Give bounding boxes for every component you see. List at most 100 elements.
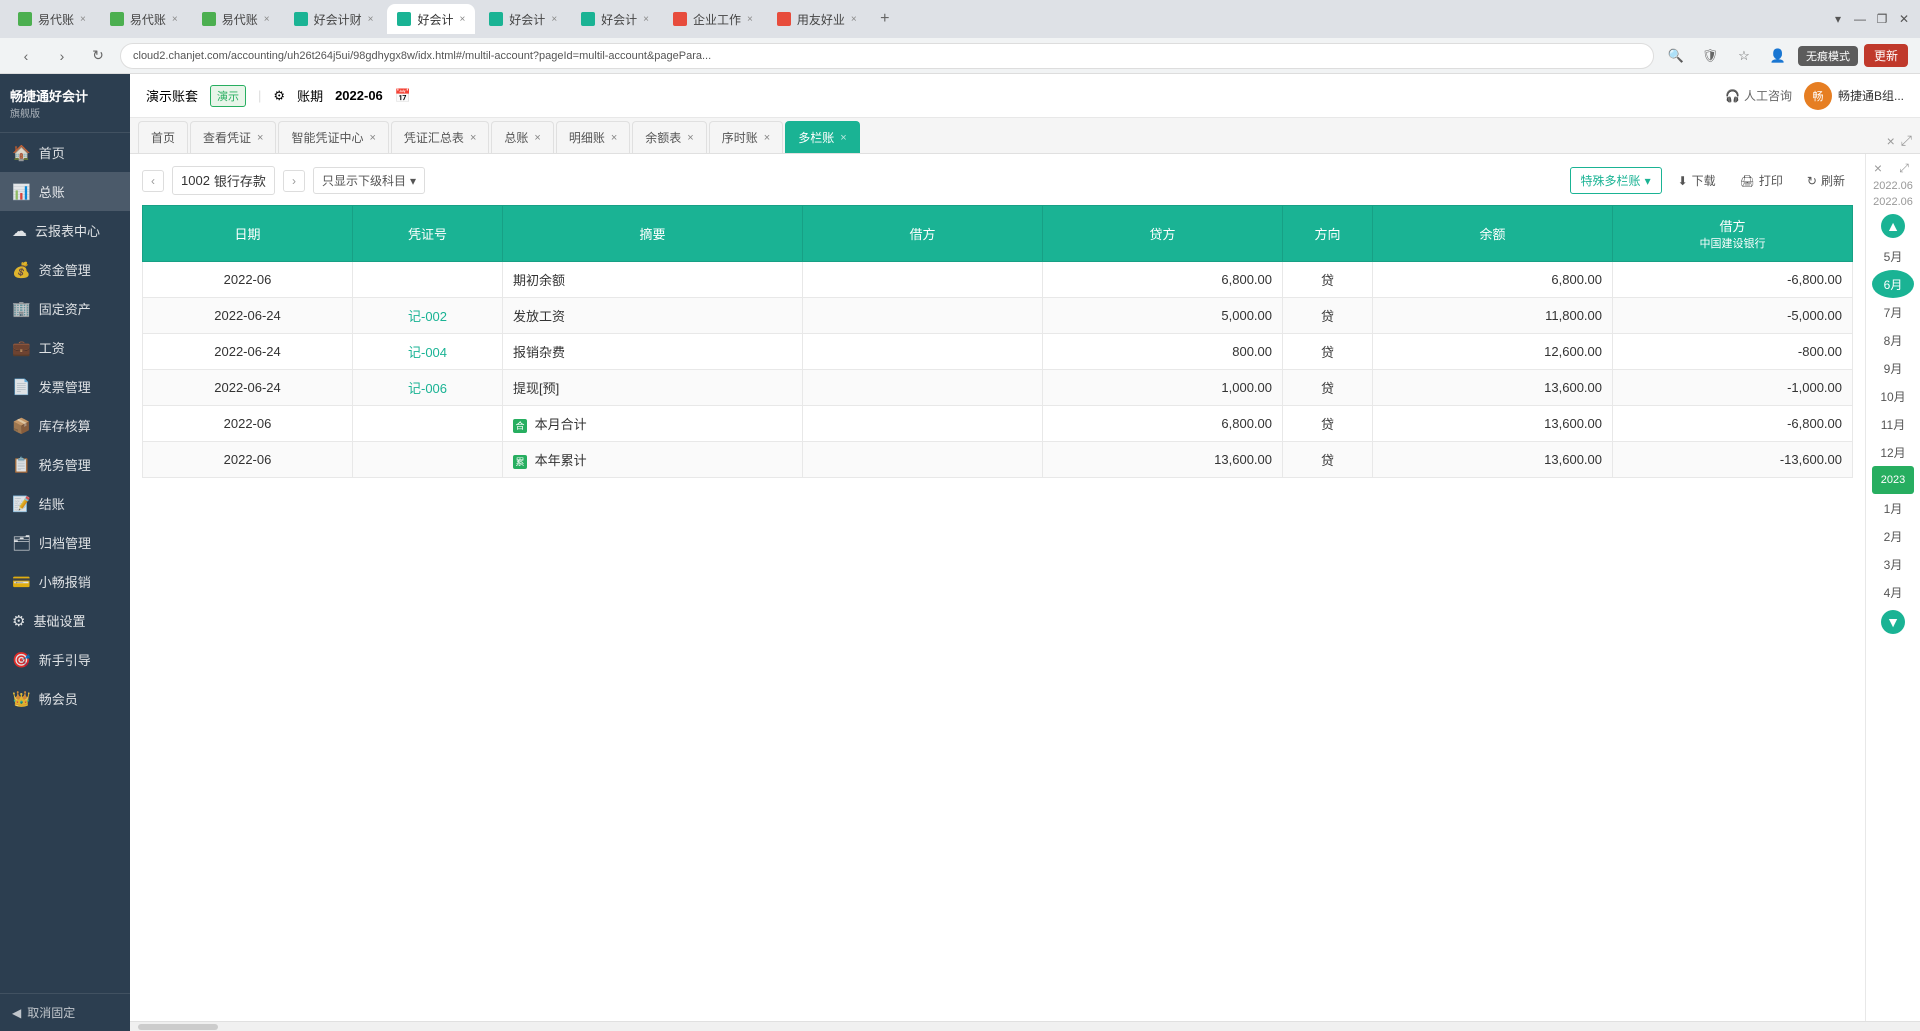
profile-icon[interactable]: 👤	[1764, 42, 1792, 70]
browser-tab-1[interactable]: 易代账 ×	[8, 4, 96, 34]
special-col-button[interactable]: 特殊多栏账 ▾	[1570, 167, 1662, 194]
calendar-month-7[interactable]: 7月	[1872, 298, 1914, 326]
tab-smart-voucher[interactable]: 智能凭证中心 ×	[278, 121, 388, 153]
tab-detail-ledger-close[interactable]: ×	[611, 132, 617, 144]
tab-smart-voucher-close[interactable]: ×	[369, 132, 375, 144]
tab-bar-expand-icon[interactable]: ⤢	[1901, 132, 1912, 149]
sidebar-item-cloud-reports[interactable]: ☁ 云报表中心	[0, 211, 130, 250]
sidebar-pin-button[interactable]: ◀ 取消固定	[0, 993, 130, 1031]
browser-tab-4[interactable]: 好会计财 ×	[284, 4, 384, 34]
sidebar-item-archive[interactable]: 🗂 归档管理	[0, 523, 130, 562]
minimize-button[interactable]: —	[1852, 11, 1868, 27]
sidebar-item-tax[interactable]: 📋 税务管理	[0, 445, 130, 484]
browser-tab-6[interactable]: 好会计 ×	[479, 4, 567, 34]
incognito-button[interactable]: 无痕模式	[1798, 46, 1858, 66]
browser-tab-7[interactable]: 好会计 ×	[571, 4, 659, 34]
tab-close-2[interactable]: ×	[172, 14, 178, 25]
sub-filter-dropdown[interactable]: 只显示下级科目 ▾	[313, 167, 425, 194]
sidebar-item-home[interactable]: 🏠 首页	[0, 133, 130, 172]
tab-balance-table-close[interactable]: ×	[687, 132, 693, 144]
tab-close-9[interactable]: ×	[851, 14, 857, 25]
sidebar-item-invoice[interactable]: 📄 发票管理	[0, 367, 130, 406]
account-selector[interactable]: 1002 银行存款	[172, 166, 275, 195]
cell-voucher-2[interactable]: 记-004	[353, 334, 503, 370]
tab-bar-collapse-icon[interactable]: ×	[1887, 133, 1895, 149]
settings-gear-icon[interactable]: ⚙	[273, 88, 285, 104]
sidebar-item-general-ledger[interactable]: 📊 总账	[0, 172, 130, 211]
tab-detail-ledger[interactable]: 明细账 ×	[556, 121, 630, 153]
browser-tab-3[interactable]: 易代账 ×	[192, 4, 280, 34]
calendar-icon[interactable]: 📅	[395, 88, 411, 104]
tab-view-voucher-close[interactable]: ×	[257, 132, 263, 144]
tab-general-ledger[interactable]: 总账 ×	[491, 121, 553, 153]
cell-voucher-3[interactable]: 记-006	[353, 370, 503, 406]
shield-icon[interactable]: 🛡	[1696, 42, 1724, 70]
tab-view-voucher[interactable]: 查看凭证 ×	[190, 121, 276, 153]
cell-voucher-1[interactable]: 记-002	[353, 298, 503, 334]
sidebar-item-inventory[interactable]: 📦 库存核算	[0, 406, 130, 445]
tab-sequence-ledger-close[interactable]: ×	[764, 132, 770, 144]
print-button[interactable]: 🖨 打印	[1732, 168, 1791, 193]
tab-general-ledger-close[interactable]: ×	[534, 132, 540, 144]
calendar-month-12[interactable]: 12月	[1872, 438, 1914, 466]
tab-home[interactable]: 首页	[138, 121, 188, 153]
calendar-month-2023-2[interactable]: 2月	[1872, 522, 1914, 550]
new-tab-button[interactable]: +	[871, 5, 899, 33]
close-button[interactable]: ✕	[1896, 11, 1912, 27]
calendar-month-6[interactable]: 6月	[1872, 270, 1914, 298]
search-icon[interactable]: 🔍	[1662, 42, 1690, 70]
sidebar-item-fund[interactable]: 💰 资金管理	[0, 250, 130, 289]
nav-next-button[interactable]: ›	[283, 170, 305, 192]
url-bar[interactable]: cloud2.chanjet.com/accounting/uh26t264j5…	[120, 43, 1654, 69]
calendar-month-8[interactable]: 8月	[1872, 326, 1914, 354]
right-panel-close-button[interactable]: ×	[1868, 158, 1888, 178]
right-panel-expand-button[interactable]: ⤢	[1894, 158, 1914, 178]
tab-voucher-summary-close[interactable]: ×	[470, 132, 476, 144]
calendar-month-2023-4[interactable]: 4月	[1872, 578, 1914, 606]
calendar-scroll-up[interactable]: ▲	[1881, 214, 1905, 238]
tab-close-6[interactable]: ×	[551, 14, 557, 25]
calendar-month-5[interactable]: 5月	[1872, 242, 1914, 270]
sidebar-item-fixed-assets[interactable]: 🏢 固定资产	[0, 289, 130, 328]
sidebar-item-settings[interactable]: ⚙ 基础设置	[0, 601, 130, 640]
tab-balance-table[interactable]: 余额表 ×	[632, 121, 706, 153]
refresh-button[interactable]: ↻	[84, 42, 112, 70]
sidebar-item-salary[interactable]: 💼 工资	[0, 328, 130, 367]
calendar-scroll-down[interactable]: ▼	[1881, 610, 1905, 634]
browser-tab-9[interactable]: 用友好业 ×	[767, 4, 867, 34]
browser-tab-2[interactable]: 易代账 ×	[100, 4, 188, 34]
tab-list-button[interactable]: ▾	[1830, 11, 1846, 27]
calendar-month-10[interactable]: 10月	[1872, 382, 1914, 410]
tab-close-7[interactable]: ×	[643, 14, 649, 25]
calendar-month-2023-3[interactable]: 3月	[1872, 550, 1914, 578]
maximize-button[interactable]: ❐	[1874, 11, 1890, 27]
tab-close-8[interactable]: ×	[747, 14, 753, 25]
calendar-month-9[interactable]: 9月	[1872, 354, 1914, 382]
tab-sequence-ledger[interactable]: 序时账 ×	[709, 121, 783, 153]
user-info[interactable]: 畅 畅捷通B组...	[1804, 82, 1904, 110]
tab-multi-column-close[interactable]: ×	[840, 132, 846, 144]
nav-prev-button[interactable]: ‹	[142, 170, 164, 192]
tab-voucher-summary[interactable]: 凭证汇总表 ×	[391, 121, 489, 153]
tab-close-3[interactable]: ×	[264, 14, 270, 25]
forward-button[interactable]: ›	[48, 42, 76, 70]
sidebar-item-settlement[interactable]: 📝 结账	[0, 484, 130, 523]
calendar-month-11[interactable]: 11月	[1872, 410, 1914, 438]
tab-close-4[interactable]: ×	[368, 14, 374, 25]
tab-close-1[interactable]: ×	[80, 14, 86, 25]
scroll-thumb[interactable]	[138, 1024, 218, 1030]
sidebar-item-guide[interactable]: 🎯 新手引导	[0, 640, 130, 679]
download-button[interactable]: ⬇ 下载	[1670, 168, 1724, 193]
calendar-month-2023-1[interactable]: 1月	[1872, 494, 1914, 522]
refresh-button[interactable]: ↻ 刷新	[1799, 168, 1853, 193]
back-button[interactable]: ‹	[12, 42, 40, 70]
sidebar-item-expense[interactable]: 💳 小畅报销	[0, 562, 130, 601]
update-button[interactable]: 更新	[1864, 44, 1908, 67]
browser-tab-5[interactable]: 好会计 ×	[387, 4, 475, 34]
bookmark-icon[interactable]: ☆	[1730, 42, 1758, 70]
browser-tab-8[interactable]: 企业工作 ×	[663, 4, 763, 34]
sidebar-item-membership[interactable]: 👑 畅会员	[0, 679, 130, 718]
tab-multi-column[interactable]: 多栏账 ×	[785, 121, 859, 153]
tab-close-5[interactable]: ×	[459, 14, 465, 25]
consultant-button[interactable]: 🎧 人工咨询	[1725, 87, 1792, 104]
